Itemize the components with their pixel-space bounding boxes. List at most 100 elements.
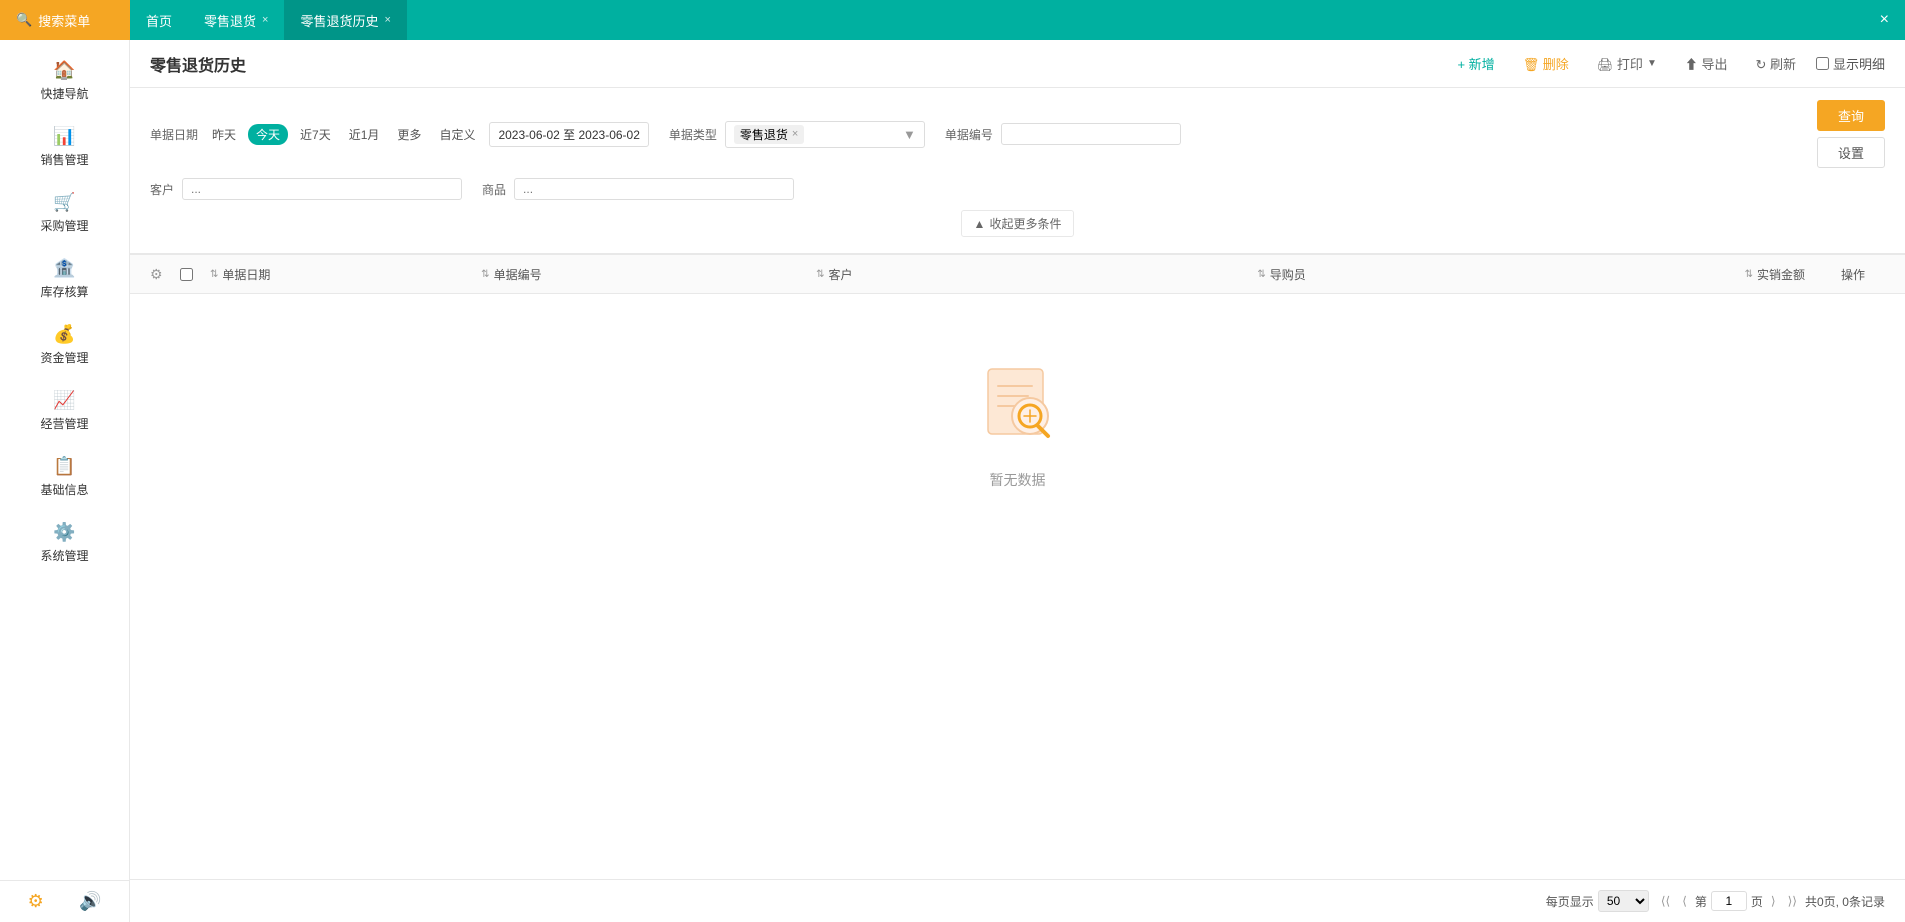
sidebar-item-sales-mgmt-label: 销售管理 <box>40 151 88 168</box>
print-button[interactable]: 🖨 打印 ▼ <box>1589 50 1665 77</box>
tab-home[interactable]: 首页 <box>130 0 188 40</box>
th-amount-sort-icon[interactable]: ⇅ <box>1745 269 1753 280</box>
th-customer-sort-icon[interactable]: ⇅ <box>816 269 824 280</box>
tab-retail-return[interactable]: 零售退货 × <box>188 0 284 40</box>
doc-num-input[interactable] <box>1001 123 1181 145</box>
page-size-label: 每页显示 <box>1546 893 1594 910</box>
add-button[interactable]: + 新增 <box>1449 50 1502 77</box>
goods-field: 商品 <box>482 178 794 200</box>
date-filter-yesterday[interactable]: 昨天 <box>206 124 242 145</box>
toolbar: + 新增 🗑 删除 🖨 打印 ▼ ⬆ 导出 ↻ 刷新 显示明细 <box>1449 50 1885 77</box>
tab-home-label: 首页 <box>146 11 172 30</box>
page-header: 零售退货历史 + 新增 🗑 删除 🖨 打印 ▼ ⬆ 导出 ↻ 刷新 <box>130 40 1905 88</box>
sidebar-item-sales-mgmt[interactable]: 📊 销售管理 <box>0 114 129 180</box>
date-label: 单据日期 <box>150 126 198 143</box>
tab-retail-return-close[interactable]: × <box>262 14 268 26</box>
export-button[interactable]: ⬆ 导出 <box>1677 50 1736 77</box>
refresh-button-label: ↻ 刷新 <box>1755 54 1796 73</box>
basic-info-icon: 📋 <box>53 456 75 477</box>
sidebar-item-purchase-mgmt[interactable]: 🛒 采购管理 <box>0 180 129 246</box>
tab-retail-return-history-close[interactable]: × <box>384 14 390 26</box>
page-first-button[interactable]: ⟨⟨ <box>1657 892 1674 910</box>
search-menu[interactable]: 🔍 搜索菜单 <box>0 0 130 40</box>
doc-type-tag: 零售退货 × <box>734 125 804 144</box>
page-size-select[interactable]: 20 50 100 <box>1598 890 1649 912</box>
sidebar-item-inventory[interactable]: 🏦 库存核算 <box>0 246 129 312</box>
main-layout: 🏠 快捷导航 📊 销售管理 🛒 采购管理 🏦 库存核算 💰 资金管理 📈 经营管… <box>0 40 1905 922</box>
page-number-input[interactable] <box>1711 891 1747 911</box>
th-amount-label: 实销金额 <box>1757 266 1805 283</box>
page-label: 第 <box>1695 893 1707 910</box>
volume-icon[interactable]: 🔊 <box>79 891 101 912</box>
date-filter-more[interactable]: 更多 <box>391 124 427 145</box>
th-date: ⇅ 单据日期 <box>202 266 473 283</box>
doc-type-chevron-icon: ▼ <box>903 127 916 142</box>
search-menu-label: 搜索菜单 <box>38 11 90 30</box>
purchase-icon: 🛒 <box>53 192 75 213</box>
page-prev-button[interactable]: ⟨ <box>1678 892 1691 910</box>
doc-type-field: 单据类型 零售退货 × ▼ <box>669 121 925 148</box>
th-num-label: 单据编号 <box>494 266 542 283</box>
sidebar-item-system-mgmt[interactable]: ⚙️ 系统管理 <box>0 510 129 576</box>
sidebar-item-quick-nav[interactable]: 🏠 快捷导航 <box>0 48 129 114</box>
content-area: 零售退货历史 + 新增 🗑 删除 🖨 打印 ▼ ⬆ 导出 ↻ 刷新 <box>130 40 1905 922</box>
window-close-button[interactable]: × <box>1864 11 1905 29</box>
page-next-button[interactable]: ⟩ <box>1767 892 1780 910</box>
goods-input[interactable] <box>514 178 794 200</box>
sidebar-item-basic-info[interactable]: 📋 基础信息 <box>0 444 129 510</box>
collapse-label: 收起更多条件 <box>989 215 1061 232</box>
date-filter-1month[interactable]: 近1月 <box>343 124 386 145</box>
show-detail-label: 显示明细 <box>1833 54 1885 73</box>
pagination: 每页显示 20 50 100 ⟨⟨ ⟨ 第 页 ⟩ ⟩⟩ 共0页, 0条记录 <box>130 879 1905 922</box>
doc-type-selector[interactable]: 零售退货 × ▼ <box>725 121 925 148</box>
date-filter-7days[interactable]: 近7天 <box>294 124 337 145</box>
customer-label: 客户 <box>150 181 174 198</box>
sidebar-item-purchase-mgmt-label: 采购管理 <box>40 217 88 234</box>
th-guide-sort-icon[interactable]: ⇅ <box>1257 269 1265 280</box>
show-detail-toggle[interactable]: 显示明细 <box>1816 54 1885 73</box>
th-num-sort-icon[interactable]: ⇅ <box>481 269 489 280</box>
table-settings-icon[interactable]: ⚙ <box>150 266 163 283</box>
empty-state: 暂无数据 <box>130 294 1905 550</box>
sidebar-item-finance[interactable]: 💰 资金管理 <box>0 312 129 378</box>
settings-icon[interactable]: ⚙ <box>28 891 44 912</box>
customer-input[interactable] <box>182 178 462 200</box>
select-all-checkbox[interactable] <box>180 268 193 281</box>
doc-type-tag-value: 零售退货 <box>740 126 788 143</box>
empty-text: 暂无数据 <box>990 470 1046 490</box>
th-guide-label: 导购员 <box>1270 266 1306 283</box>
doc-type-tag-close[interactable]: × <box>792 128 798 140</box>
page-nav: ⟨⟨ ⟨ 第 页 ⟩ ⟩⟩ 共0页, 0条记录 <box>1657 891 1885 911</box>
page-last-button[interactable]: ⟩⟩ <box>1784 892 1801 910</box>
delete-button[interactable]: 🗑 删除 <box>1515 50 1577 77</box>
th-action-label: 操作 <box>1841 266 1865 283</box>
collapse-button[interactable]: ▲ 收起更多条件 <box>961 210 1075 237</box>
sidebar-item-operations[interactable]: 📈 经营管理 <box>0 378 129 444</box>
sidebar-bottom: ⚙ 🔊 <box>0 880 129 922</box>
th-num: ⇅ 单据编号 <box>473 266 808 283</box>
th-date-label: 单据日期 <box>222 266 270 283</box>
th-amount: ⇅ 实销金额 <box>1584 266 1813 283</box>
sidebar-item-inventory-label: 库存核算 <box>40 283 88 300</box>
date-filter-today[interactable]: 今天 <box>248 124 288 145</box>
settings-button[interactable]: 设置 <box>1817 137 1885 168</box>
query-button[interactable]: 查询 <box>1817 100 1885 131</box>
tab-retail-return-history[interactable]: 零售退货历史 × <box>284 0 406 40</box>
tabs: 首页 零售退货 × 零售退货历史 × <box>130 0 1864 40</box>
table-header: ⚙ ⇅ 单据日期 ⇅ 单据编号 ⇅ 客户 ⇅ <box>130 254 1905 294</box>
th-date-sort-icon[interactable]: ⇅ <box>210 269 218 280</box>
sidebar-item-finance-label: 资金管理 <box>40 349 88 366</box>
print-chevron-icon: ▼ <box>1647 58 1657 69</box>
refresh-button[interactable]: ↻ 刷新 <box>1747 50 1804 77</box>
delete-button-label: 🗑 删除 <box>1523 54 1569 73</box>
page-unit-label: 页 <box>1751 893 1763 910</box>
date-filter-custom[interactable]: 自定义 <box>433 124 481 145</box>
date-filters: 昨天 今天 近7天 近1月 更多 自定义 <box>206 124 481 145</box>
sidebar-item-system-mgmt-label: 系统管理 <box>40 547 88 564</box>
sidebar-item-operations-label: 经营管理 <box>40 415 88 432</box>
date-range-value[interactable]: 2023-06-02 至 2023-06-02 <box>489 122 648 147</box>
doc-num-field: 单据编号 <box>945 123 1181 145</box>
customer-field: 客户 <box>150 178 462 200</box>
sales-icon: 📊 <box>53 126 75 147</box>
show-detail-checkbox[interactable] <box>1816 57 1829 70</box>
